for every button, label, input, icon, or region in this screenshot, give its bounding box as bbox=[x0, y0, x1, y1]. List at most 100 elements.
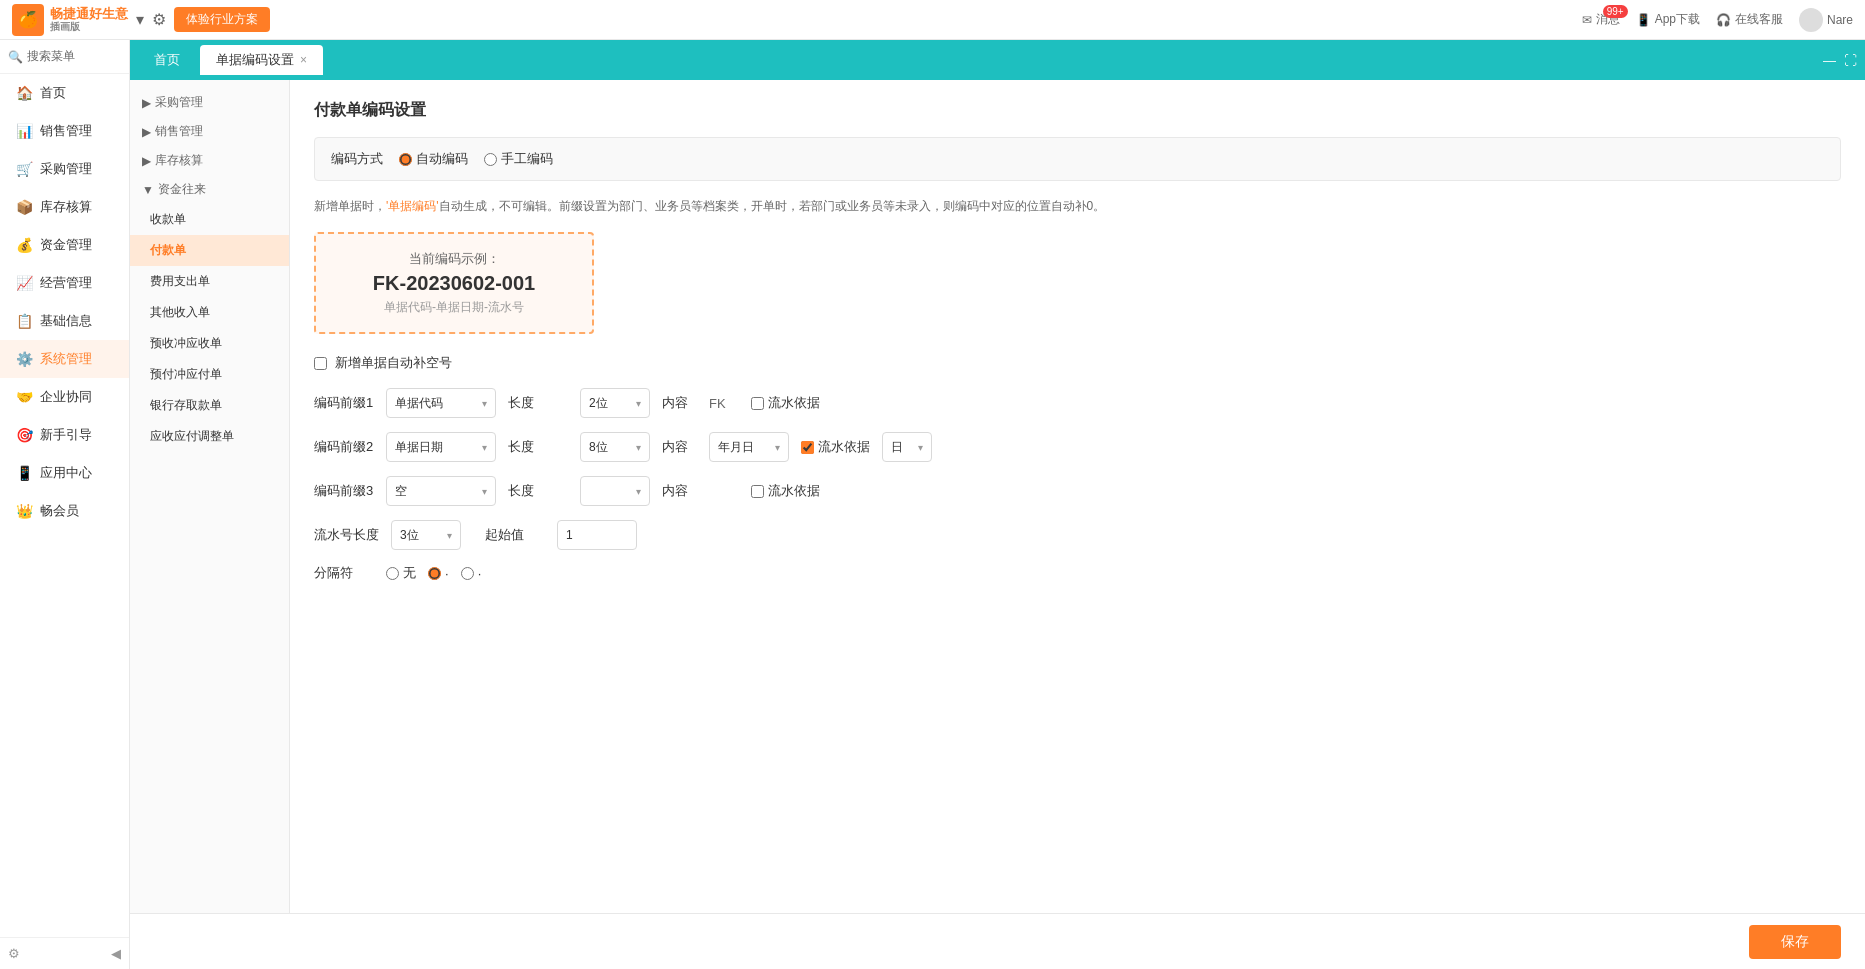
serial-basis-2[interactable]: 流水依据 bbox=[801, 438, 870, 456]
purchase-icon: 🛒 bbox=[16, 161, 32, 177]
sep-dot-radio[interactable] bbox=[428, 567, 441, 580]
online-service-btn[interactable]: 🎧 在线客服 bbox=[1716, 11, 1783, 28]
sidebar-label-member: 畅会员 bbox=[40, 502, 79, 520]
length-select-3[interactable]: ▾ bbox=[580, 476, 650, 506]
sep-dot2-radio[interactable] bbox=[461, 567, 474, 580]
sub-item-pre-receivable[interactable]: 预收冲应收单 bbox=[130, 328, 289, 359]
info-text: 新增单据时，'单据编码'自动生成，不可编辑。前缀设置为部门、业务员等档案类，开单… bbox=[314, 197, 1841, 216]
auto-fill-row[interactable]: 新增单据自动补空号 bbox=[314, 354, 1841, 372]
prefix-label-1: 编码前缀1 bbox=[314, 394, 374, 412]
serial-checkbox-3[interactable] bbox=[751, 485, 764, 498]
sidebar-item-member[interactable]: 👑 畅会员 bbox=[0, 492, 129, 530]
sub-header-capital[interactable]: ▼ 资金往来 bbox=[130, 175, 289, 204]
serial-basis-1[interactable]: 流水依据 bbox=[751, 394, 820, 412]
sub-header-sales[interactable]: ▶ 销售管理 bbox=[130, 117, 289, 146]
serial-unit-select[interactable]: 日 ▾ bbox=[882, 432, 932, 462]
sidebar-label-inventory: 库存核算 bbox=[40, 198, 92, 216]
sub-item-payment[interactable]: 付款单 bbox=[130, 235, 289, 266]
content-select-2[interactable]: 年月日 ▾ bbox=[709, 432, 789, 462]
length-select-1[interactable]: 2位 ▾ bbox=[580, 388, 650, 418]
sidebar-item-enterprise[interactable]: 🤝 企业协同 bbox=[0, 378, 129, 416]
auto-code-option[interactable]: 自动编码 bbox=[399, 150, 468, 168]
sep-none-radio[interactable] bbox=[386, 567, 399, 580]
chevron-down-serial: ▾ bbox=[447, 530, 452, 541]
length-label-3: 长度 bbox=[508, 482, 568, 500]
app-download-btn[interactable]: 📱 App下载 bbox=[1636, 11, 1700, 28]
app-download-label: App下载 bbox=[1655, 11, 1700, 28]
sub-item-bank[interactable]: 银行存取款单 bbox=[130, 390, 289, 421]
serial-length-row: 流水号长度 3位 ▾ 起始值 bbox=[314, 520, 1841, 550]
sub-item-pre-payable[interactable]: 预付冲应付单 bbox=[130, 359, 289, 390]
start-value-label: 起始值 bbox=[485, 526, 545, 544]
sub-item-adjust[interactable]: 应收应付调整单 bbox=[130, 421, 289, 452]
sidebar-item-sales[interactable]: 📊 销售管理 bbox=[0, 112, 129, 150]
sidebar-item-system[interactable]: ⚙️ 系统管理 bbox=[0, 340, 129, 378]
sidebar-item-operations[interactable]: 📈 经营管理 bbox=[0, 264, 129, 302]
preview-label: 当前编码示例： bbox=[409, 250, 500, 268]
sub-item-receipt[interactable]: 收款单 bbox=[130, 204, 289, 235]
sales-icon: 📊 bbox=[16, 123, 32, 139]
sub-group-capital: ▼ 资金往来 收款单 付款单 费用支出单 其他收入单 预收冲应收单 预付冲应付单… bbox=[130, 175, 289, 452]
chevron-right-icon: ▶ bbox=[142, 96, 151, 110]
sidebar-item-finance[interactable]: 💰 资金管理 bbox=[0, 226, 129, 264]
message-btn[interactable]: ✉ 消息 99+ bbox=[1582, 11, 1620, 28]
prefix-select-1[interactable]: 单据代码 ▾ bbox=[386, 388, 496, 418]
chevron-down-2: ▾ bbox=[482, 442, 487, 453]
sub-item-expense[interactable]: 费用支出单 bbox=[130, 266, 289, 297]
sub-sidebar: ▶ 采购管理 ▶ 销售管理 ▶ 库存核算 bbox=[130, 80, 290, 913]
search-menu[interactable]: 🔍 搜索菜单 bbox=[0, 40, 129, 74]
chevron-down-unit: ▾ bbox=[918, 442, 923, 453]
sub-group-inventory: ▶ 库存核算 bbox=[130, 146, 289, 175]
manual-code-radio[interactable] bbox=[484, 153, 497, 166]
sidebar-label-enterprise: 企业协同 bbox=[40, 388, 92, 406]
dropdown-icon[interactable]: ▾ bbox=[136, 10, 144, 29]
save-button[interactable]: 保存 bbox=[1749, 925, 1841, 959]
message-badge: 99+ bbox=[1603, 5, 1628, 18]
sub-header-purchase[interactable]: ▶ 采购管理 bbox=[130, 88, 289, 117]
sep-dot-option[interactable]: · bbox=[428, 566, 449, 581]
search-label: 搜索菜单 bbox=[27, 48, 75, 65]
sep-dot2-option[interactable]: · bbox=[461, 566, 482, 581]
settings-icon[interactable]: ⚙ bbox=[152, 10, 166, 29]
sidebar-label-home: 首页 bbox=[40, 84, 66, 102]
sidebar-item-basic-info[interactable]: 📋 基础信息 bbox=[0, 302, 129, 340]
tab-encoding[interactable]: 单据编码设置 × bbox=[200, 45, 323, 75]
sidebar-item-inventory[interactable]: 📦 库存核算 bbox=[0, 188, 129, 226]
start-value-input[interactable] bbox=[557, 520, 637, 550]
preview-code: FK-20230602-001 bbox=[373, 272, 535, 295]
serial-checkbox-2[interactable] bbox=[801, 441, 814, 454]
sidebar-item-guide[interactable]: 🎯 新手引导 bbox=[0, 416, 129, 454]
serial-checkbox-1[interactable] bbox=[751, 397, 764, 410]
prefix-row-2: 编码前缀2 单据日期 ▾ 长度 8位 ▾ 内容 年月日 ▾ bbox=[314, 432, 1841, 462]
serial-length-select[interactable]: 3位 ▾ bbox=[391, 520, 461, 550]
sidebar-label-apps: 应用中心 bbox=[40, 464, 92, 482]
trial-btn[interactable]: 体验行业方案 bbox=[174, 7, 270, 32]
sub-header-inventory[interactable]: ▶ 库存核算 bbox=[130, 146, 289, 175]
tab-close-icon[interactable]: × bbox=[300, 53, 307, 67]
sidebar-item-purchase[interactable]: 🛒 采购管理 bbox=[0, 150, 129, 188]
tabs-right-controls: — ⛶ bbox=[1823, 53, 1857, 68]
length-select-2[interactable]: 8位 ▾ bbox=[580, 432, 650, 462]
sidebar-item-home[interactable]: 🏠 首页 bbox=[0, 74, 129, 112]
minimize-icon[interactable]: — bbox=[1823, 53, 1836, 68]
footer-collapse-icon[interactable]: ◀ bbox=[111, 946, 121, 961]
tab-home[interactable]: 首页 bbox=[138, 45, 196, 75]
user-profile[interactable]: Nare bbox=[1799, 8, 1853, 32]
manual-code-option[interactable]: 手工编码 bbox=[484, 150, 553, 168]
sep-none-option[interactable]: 无 bbox=[386, 564, 416, 582]
sidebar-item-apps[interactable]: 📱 应用中心 bbox=[0, 454, 129, 492]
sub-item-other-income[interactable]: 其他收入单 bbox=[130, 297, 289, 328]
tab-encoding-label: 单据编码设置 bbox=[216, 51, 294, 69]
header-left: 🍊 畅捷通好生意 插画版 ▾ ⚙ 体验行业方案 bbox=[12, 4, 270, 36]
serial-basis-3[interactable]: 流水依据 bbox=[751, 482, 820, 500]
sub-group-sales: ▶ 销售管理 bbox=[130, 117, 289, 146]
prefix-select-3[interactable]: 空 ▾ bbox=[386, 476, 496, 506]
service-label: 在线客服 bbox=[1735, 11, 1783, 28]
sidebar-label-purchase: 采购管理 bbox=[40, 160, 92, 178]
prefix-select-2[interactable]: 单据日期 ▾ bbox=[386, 432, 496, 462]
footer-settings-icon[interactable]: ⚙ bbox=[8, 946, 20, 961]
auto-code-radio[interactable] bbox=[399, 153, 412, 166]
main-content: 付款单编码设置 编码方式 自动编码 手工编码 bbox=[290, 80, 1865, 913]
auto-fill-checkbox[interactable] bbox=[314, 357, 327, 370]
maximize-icon[interactable]: ⛶ bbox=[1844, 53, 1857, 68]
